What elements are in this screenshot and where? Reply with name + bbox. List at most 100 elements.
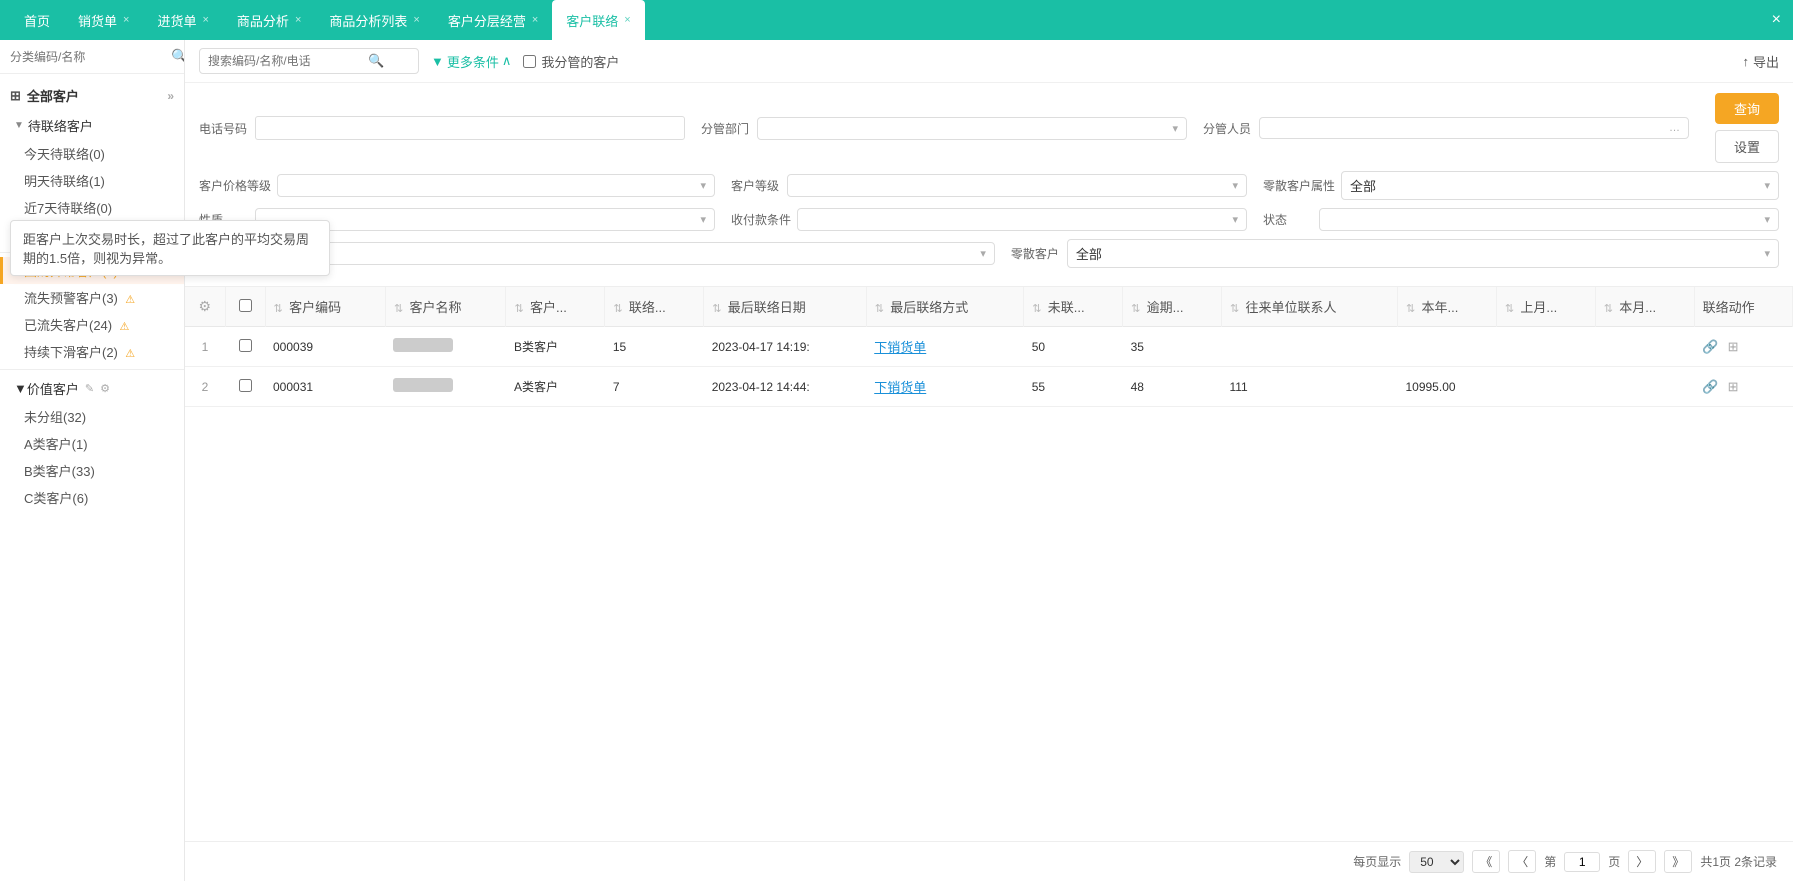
sidebar-item-b-class[interactable]: B类客户(33) (0, 457, 184, 484)
sidebar-pending-section[interactable]: ▼ 待联络客户 (0, 111, 184, 140)
nav-customer-layered[interactable]: 客户分层经营 × (434, 0, 552, 40)
col-this-month[interactable]: 本月... (1595, 287, 1694, 327)
action-grid-icon-2[interactable]: ⊞ (1728, 379, 1739, 394)
first-page-button[interactable]: 《 (1472, 850, 1500, 873)
export-button[interactable]: ↑ 导出 (1742, 52, 1779, 71)
search-icon[interactable]: 🔍 (368, 53, 384, 69)
close-product-analysis-icon[interactable]: × (295, 14, 301, 26)
col-last-contact-date[interactable]: 最后联络日期 (704, 287, 867, 327)
customer-level-select[interactable]: ▾ (787, 174, 1247, 197)
zero-customer-select[interactable]: 全部 ▾ (1067, 239, 1779, 268)
filter-section: 🔍 ▼ 更多条件 ∧ 我分管的客户 ↑ 导出 (185, 40, 1793, 287)
table-settings-button[interactable]: ⚙ (198, 298, 211, 315)
zero-attr-select[interactable]: 全部 ▾ (1341, 171, 1779, 200)
sidebar-item-c-class[interactable]: C类客户(6) (0, 484, 184, 511)
sidebar-item-lost-preview[interactable]: 流失预警客户(3) ⚠ (0, 284, 184, 311)
next-page-button[interactable]: 〉 (1628, 850, 1656, 873)
filter-action-buttons: 查询 设置 (1715, 93, 1779, 163)
row-select-checkbox-2[interactable] (239, 379, 252, 392)
query-button[interactable]: 查询 (1715, 93, 1779, 124)
sidebar-item-7days-pending[interactable]: 近7天待联络(0) (0, 194, 184, 221)
sidebar-item-today-pending[interactable]: 今天待联络(0) (0, 140, 184, 167)
action-link-icon-1[interactable]: 🔗 (1702, 339, 1718, 354)
row-checkbox-2 (225, 367, 265, 407)
col-contact-count[interactable]: 联络... (605, 287, 704, 327)
table-header-row: ⚙ 客户编码 客户名称 客户. (185, 287, 1793, 327)
sidebar-item-a-class[interactable]: A类客户(1) (0, 430, 184, 457)
filter-row-3: 性质 ▾ 收付款条件 ▾ 状态 (199, 208, 1779, 231)
sidebar-value-group[interactable]: ▼ 价值客户 ✎ ⚙ (0, 374, 184, 403)
triangle-icon-value: ▼ (14, 381, 27, 396)
status-arrow: ▾ (1764, 213, 1770, 226)
col-customer-code[interactable]: 客户编码 (265, 287, 385, 327)
col-customer-name[interactable]: 客户名称 (385, 287, 505, 327)
prev-page-button[interactable]: 〈 (1508, 850, 1536, 873)
row-unit-contact-1 (1221, 327, 1397, 367)
row-select-checkbox-1[interactable] (239, 339, 252, 352)
customer-level-arrow: ▾ (1232, 179, 1238, 192)
col-unit-contact[interactable]: 往来单位联系人 (1221, 287, 1397, 327)
phone-input[interactable] (255, 116, 685, 140)
col-this-year[interactable]: 本年... (1397, 287, 1496, 327)
select-all-checkbox[interactable] (239, 299, 252, 312)
more-conditions-button[interactable]: ▼ 更多条件 ∧ (431, 52, 511, 71)
nav-purchase-order[interactable]: 进货单 × (143, 0, 222, 40)
nav-product-analysis-list[interactable]: 商品分析列表 × (315, 0, 433, 40)
settings-icon-sidebar[interactable]: ⚙ (100, 382, 110, 395)
row-code-1: 000039 (265, 327, 385, 367)
filter-row-4: ... 客户类型 ▾ 零散客户 全部 ▾ (199, 239, 1779, 268)
close-product-analysis-list-icon[interactable]: × (413, 14, 419, 26)
action-link-icon-2[interactable]: 🔗 (1702, 379, 1718, 394)
sidebar-search-icon[interactable]: 🔍 (171, 48, 185, 65)
row-last-date-1: 2023-04-17 14:19: (704, 327, 867, 367)
col-customer-type[interactable]: 客户... (506, 287, 605, 327)
close-purchase-order-icon[interactable]: × (202, 14, 208, 26)
price-level-select[interactable]: ▾ (277, 174, 715, 197)
settings-button[interactable]: 设置 (1715, 130, 1779, 163)
warning-icon-already-lost: ⚠ (119, 321, 129, 333)
row-contact-count-1: 15 (605, 327, 704, 367)
last-contact-way-link-1[interactable]: 下销货单 (874, 340, 926, 355)
sidebar-search-bar: 🔍 (0, 40, 184, 74)
row-name-1 (385, 327, 505, 367)
filter-dept-group: 分管部门 ▾ (701, 117, 1187, 140)
sidebar-item-tomorrow-pending[interactable]: 明天待联络(1) (0, 167, 184, 194)
person-select[interactable]: … (1259, 117, 1689, 139)
close-customer-layered-icon[interactable]: × (532, 14, 538, 26)
my-customers-checkbox[interactable] (523, 55, 536, 68)
sidebar-item-ungroup[interactable]: 未分组(32) (0, 403, 184, 430)
col-unlink-days[interactable]: 未联... (1024, 287, 1123, 327)
sidebar-item-persist-down[interactable]: 持续下滑客户(2) ⚠ (0, 338, 184, 365)
close-sales-order-icon[interactable]: × (123, 14, 129, 26)
col-overdue[interactable]: 逾期... (1123, 287, 1222, 327)
last-page-button[interactable]: 》 (1664, 850, 1692, 873)
row-unit-contact-2: 111 (1221, 367, 1397, 407)
page-size-select[interactable]: 50 100 200 (1409, 851, 1464, 873)
edit-icon[interactable]: ✎ (85, 382, 94, 395)
nav-sales-order[interactable]: 销货单 × (64, 0, 143, 40)
col-last-month[interactable]: 上月... (1496, 287, 1595, 327)
action-grid-icon-1[interactable]: ⊞ (1728, 339, 1739, 354)
sidebar-item-already-lost[interactable]: 已流失客户(24) ⚠ (0, 311, 184, 338)
warning-icon-lost-preview: ⚠ (125, 294, 135, 306)
dept-select[interactable]: ▾ (757, 117, 1187, 140)
last-contact-way-link-2[interactable]: 下销货单 (874, 380, 926, 395)
global-close-button[interactable]: × (1772, 11, 1781, 29)
payment-select[interactable]: ▾ (797, 208, 1247, 231)
sidebar-search-input[interactable] (10, 50, 165, 64)
customer-type-select[interactable]: ▾ (283, 242, 995, 265)
sidebar-all-customers[interactable]: ⊞ 全部客户 » (0, 80, 184, 111)
row-checkbox-1 (225, 327, 265, 367)
filter-icon: ▼ (431, 54, 444, 69)
nav-home[interactable]: 首页 (10, 0, 64, 40)
col-last-contact-way[interactable]: 最后联络方式 (866, 287, 1024, 327)
page-number-input[interactable] (1564, 852, 1600, 872)
row-last-date-2: 2023-04-12 14:44: (704, 367, 867, 407)
search-input[interactable] (208, 54, 368, 68)
nav-customer-contact[interactable]: 客户联络 × (552, 0, 644, 40)
filter-payment-group: 收付款条件 ▾ (731, 208, 1247, 231)
filter-row-2: 客户价格等级 ▾ 客户等级 ▾ 零散客户属性 (199, 171, 1779, 200)
close-customer-contact-icon[interactable]: × (624, 14, 630, 26)
nav-product-analysis[interactable]: 商品分析 × (223, 0, 315, 40)
status-select[interactable]: ▾ (1319, 208, 1779, 231)
